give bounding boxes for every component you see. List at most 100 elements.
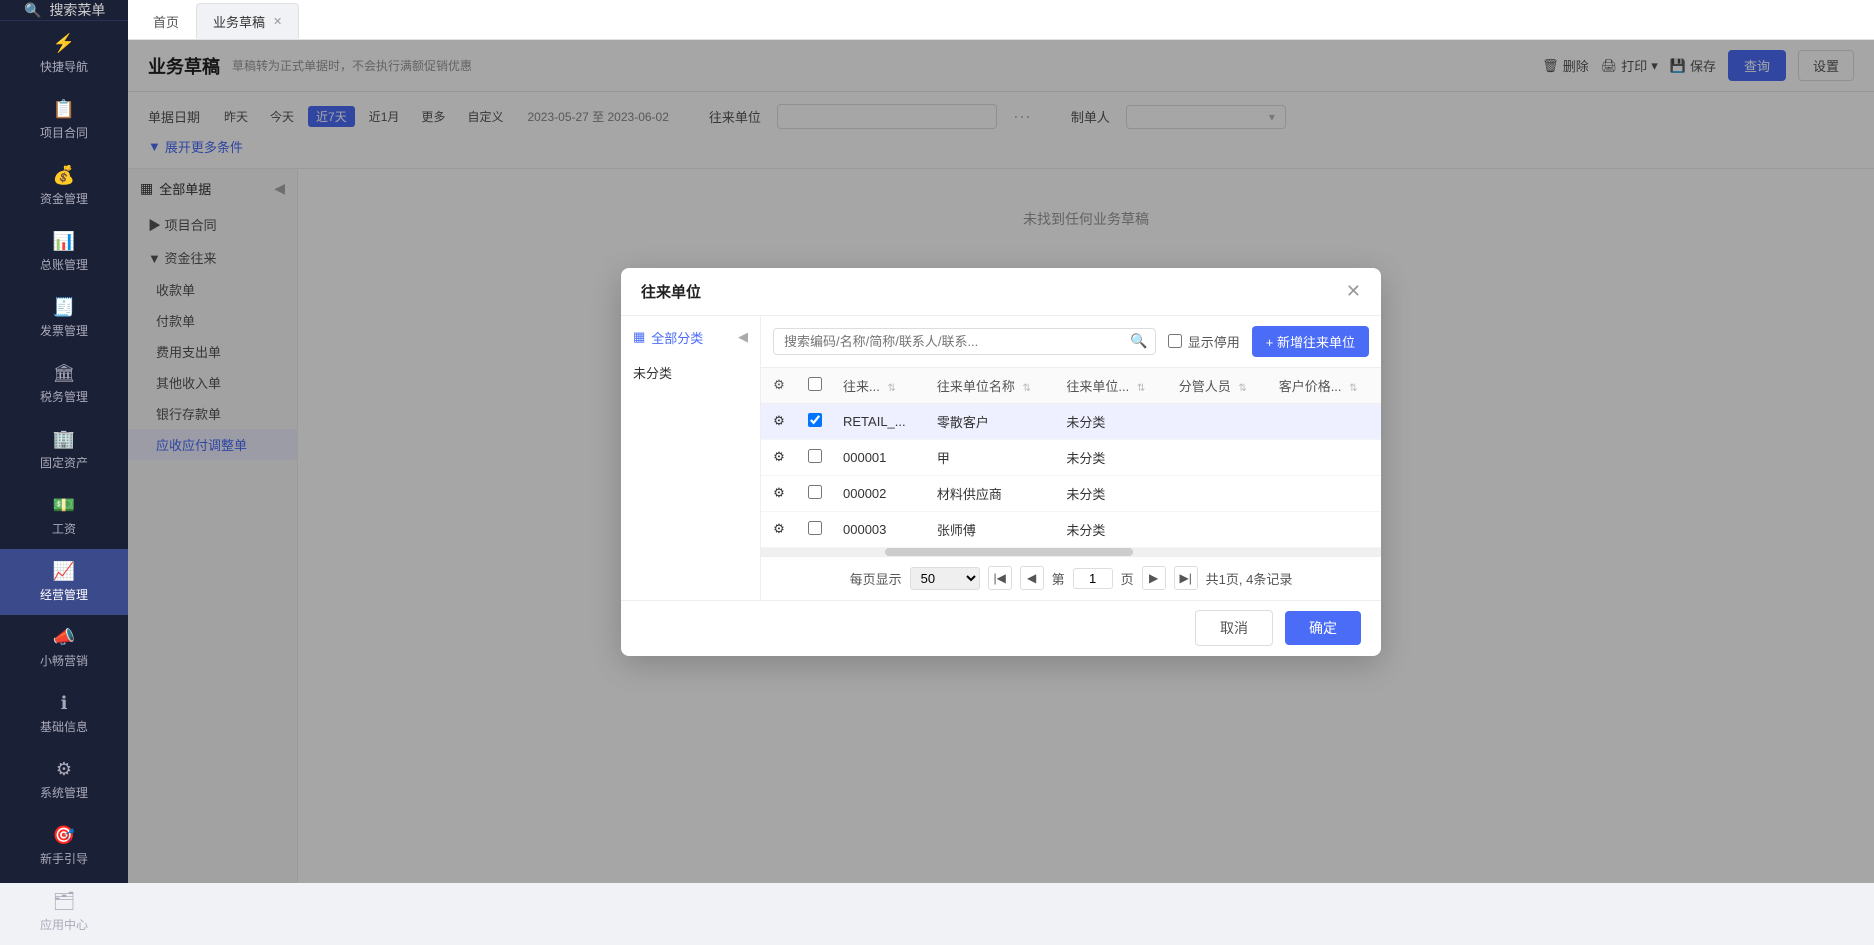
modal-close-button[interactable]: ✕ [1346,282,1361,300]
show-disabled-label: 显示停用 [1188,332,1240,351]
row-category: 未分类 [1056,439,1168,475]
tab-home-label: 首页 [153,12,179,31]
sidebar-item-marketing[interactable]: 📣 小畅营销 [0,615,128,681]
row-name: 零散客户 [927,403,1057,439]
sidebar-item-quick-nav[interactable]: ⚡ 快捷导航 [0,21,128,87]
page-number-input[interactable] [1073,568,1113,589]
row-price [1269,511,1381,547]
table-row[interactable]: ⚙ 000003 张师傅 未分类 [761,511,1381,547]
close-tab-icon[interactable]: ✕ [273,15,282,28]
sidebar: 🔍 搜索菜单 ⚡ 快捷导航 📋 项目合同 💰 资金管理 📊 总账管理 🧾 发票管… [0,0,128,883]
accounting-icon: 📊 [53,231,75,252]
th-checkbox[interactable] [797,368,833,404]
row-select-2[interactable] [808,449,822,463]
modal-left-header: ▦ 全部分类 ◀ [621,328,760,355]
row-price [1269,439,1381,475]
sidebar-item-accounting[interactable]: 📊 总账管理 [0,219,128,285]
first-page-button[interactable]: |◀ [988,566,1012,590]
assets-icon: 🏢 [53,429,75,450]
modal-table: ⚙ 往来... ⇅ [761,368,1381,548]
table-row[interactable]: ⚙ 000002 材料供应商 未分类 [761,475,1381,511]
left-panel-collapse-icon[interactable]: ◀ [738,329,748,345]
sidebar-item-tax[interactable]: 🏛 税务管理 [0,351,128,417]
sidebar-logo[interactable]: 🔍 搜索菜单 [0,0,128,21]
sidebar-item-system[interactable]: ⚙ 系统管理 [0,747,128,813]
marketing-icon: 📣 [53,627,75,648]
prev-page-button[interactable]: ◀ [1020,566,1044,590]
modal-header: 往来单位 ✕ [621,268,1381,316]
row-select-1[interactable] [808,413,822,427]
sidebar-item-project-contract[interactable]: 📋 项目合同 [0,87,128,153]
sidebar-item-app-center[interactable]: 🗂 应用中心 [0,879,128,945]
horizontal-scrollbar[interactable] [761,548,1381,556]
row-checkbox[interactable] [797,439,833,475]
modal-backdrop[interactable]: 往来单位 ✕ ▦ 全部分类 ◀ [128,40,1874,883]
sidebar-item-label: 应用中心 [40,916,88,933]
tab-bar: 首页 业务草稿 ✕ [128,0,1874,40]
page-suffix: 页 [1121,569,1134,588]
search-input[interactable] [773,328,1156,355]
per-page-label: 每页显示 [850,569,902,588]
table-row[interactable]: ⚙ 000001 甲 未分类 [761,439,1381,475]
modal-dialog: 往来单位 ✕ ▦ 全部分类 ◀ [621,268,1381,656]
row-settings-icon[interactable]: ⚙ [761,403,797,439]
sidebar-item-label: 新手引导 [40,850,88,867]
select-all-checkbox[interactable] [808,377,822,391]
modal-toolbar: 🔍 显示停用 + 新增往来单位 [761,316,1381,368]
sort-code-icon[interactable]: ⇅ [887,383,895,394]
table-settings-icon[interactable]: ⚙ [773,377,785,392]
show-disabled-checkbox[interactable] [1168,334,1182,348]
invoice-icon: 🧾 [53,297,75,318]
per-page-select[interactable]: 50 10 20 100 [910,567,980,590]
sidebar-item-fixed-assets[interactable]: 🏢 固定资产 [0,417,128,483]
row-category: 未分类 [1056,403,1168,439]
operations-icon: 📈 [53,561,75,582]
row-name: 张师傅 [927,511,1057,547]
fund-icon: 💰 [53,165,75,186]
sort-name-icon[interactable]: ⇅ [1023,383,1031,394]
confirm-button[interactable]: 确定 [1285,611,1361,645]
th-name: 往来单位名称 ⇅ [927,368,1057,404]
sidebar-item-label: 固定资产 [40,454,88,471]
scrollbar-thumb[interactable] [885,548,1133,556]
row-checkbox[interactable] [797,511,833,547]
row-select-3[interactable] [808,485,822,499]
row-select-4[interactable] [808,521,822,535]
tab-home[interactable]: 首页 [136,3,196,39]
next-page-button[interactable]: ▶ [1142,566,1166,590]
row-settings-icon[interactable]: ⚙ [761,439,797,475]
sort-mgr-icon[interactable]: ⇅ [1238,383,1246,394]
last-page-button[interactable]: ▶| [1174,566,1198,590]
th-code: 往来... ⇅ [833,368,927,404]
row-settings-icon[interactable]: ⚙ [761,511,797,547]
newbie-icon: 🎯 [53,825,75,846]
new-counterpart-button[interactable]: + 新增往来单位 [1252,326,1369,357]
sidebar-item-invoice[interactable]: 🧾 发票管理 [0,285,128,351]
row-checkbox[interactable] [797,403,833,439]
sidebar-item-basic-info[interactable]: ℹ 基础信息 [0,681,128,747]
salary-icon: 💵 [53,495,75,516]
sidebar-item-fund[interactable]: 💰 资金管理 [0,153,128,219]
row-price [1269,475,1381,511]
row-settings-icon[interactable]: ⚙ [761,475,797,511]
quick-nav-icon: ⚡ [53,33,75,54]
sidebar-item-label: 资金管理 [40,190,88,207]
sidebar-item-salary[interactable]: 💵 工资 [0,483,128,549]
sort-price-icon[interactable]: ⇅ [1349,383,1357,394]
row-code: 000003 [833,511,927,547]
sidebar-item-label: 经营管理 [40,586,88,603]
counterpart-table: ⚙ 往来... ⇅ [761,368,1381,548]
sort-cat-icon[interactable]: ⇅ [1137,383,1145,394]
sidebar-item-label: 系统管理 [40,784,88,801]
show-disabled-wrap: 显示停用 [1168,332,1240,351]
table-body: ⚙ RETAIL_... 零散客户 未分类 [761,403,1381,547]
th-settings[interactable]: ⚙ [761,368,797,404]
tab-business-draft[interactable]: 业务草稿 ✕ [196,3,299,39]
table-row[interactable]: ⚙ RETAIL_... 零散客户 未分类 [761,403,1381,439]
sidebar-item-operations[interactable]: 📈 经营管理 [0,549,128,615]
row-checkbox[interactable] [797,475,833,511]
row-name: 材料供应商 [927,475,1057,511]
cancel-button[interactable]: 取消 [1195,610,1273,646]
sidebar-item-newbie[interactable]: 🎯 新手引导 [0,813,128,879]
left-panel-unclassified[interactable]: 未分类 [621,355,760,390]
